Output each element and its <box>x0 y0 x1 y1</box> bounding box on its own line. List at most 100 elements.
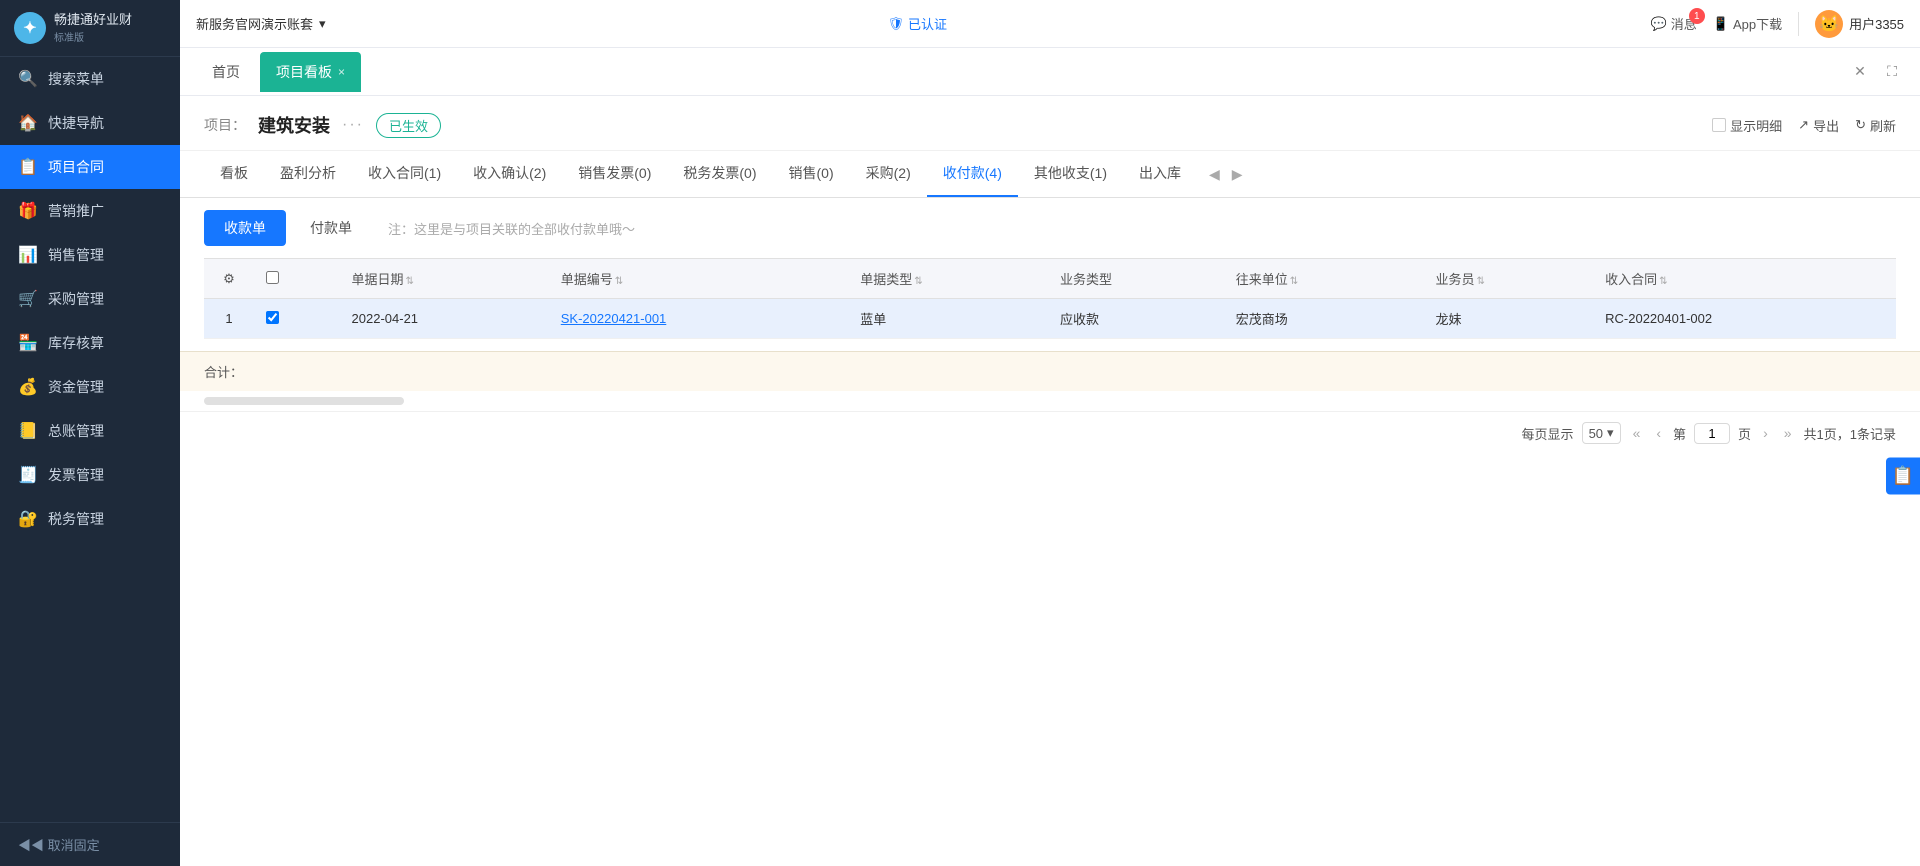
export-button[interactable]: ↗ 导出 <box>1798 116 1839 135</box>
unpin-button[interactable]: ◀◀ 取消固定 <box>0 822 180 866</box>
pagination-page-unit: 页 <box>1738 424 1751 443</box>
sort-contract-icon[interactable]: ⇅ <box>1659 276 1667 287</box>
per-page-select[interactable]: 50 ▾ <box>1582 422 1621 444</box>
tax-icon: 🔐 <box>18 509 38 529</box>
project-status-badge: 已生效 <box>376 113 441 138</box>
project-icon: 📋 <box>18 157 38 177</box>
refresh-button[interactable]: ↻ 刷新 <box>1855 116 1896 135</box>
sub-tab-income-confirm[interactable]: 收入确认(2) <box>457 151 562 197</box>
pagination-prev-button[interactable]: ‹ <box>1652 423 1665 443</box>
home-icon: 🏠 <box>18 113 38 133</box>
sidebar-item-fund-mgmt[interactable]: 💰 资金管理 <box>0 365 180 409</box>
main-content: 新服务官网演示账套 ▾ 🛡 已认证 💬 消息 1 📱 App下载 🐱 用户335… <box>180 0 1920 866</box>
table-header-doc-type: 单据类型⇅ <box>848 259 1048 299</box>
sort-number-icon[interactable]: ⇅ <box>615 276 623 287</box>
page-content: 项目： 建筑安装 ··· 已生效 显示明细 ↗ 导出 ↻ 刷新 <box>180 96 1920 866</box>
refresh-icon: ↻ <box>1855 117 1866 133</box>
topbar: 新服务官网演示账套 ▾ 🛡 已认证 💬 消息 1 📱 App下载 🐱 用户335… <box>180 0 1920 48</box>
user-menu[interactable]: 🐱 用户3355 <box>1815 10 1904 38</box>
sidebar-item-invoice-mgmt[interactable]: 🧾 发票管理 <box>0 453 180 497</box>
sidebar-item-purchase-mgmt[interactable]: 🛒 采购管理 <box>0 277 180 321</box>
sort-doctype-icon[interactable]: ⇅ <box>914 276 922 287</box>
sidebar-item-general-ledger[interactable]: 📒 总账管理 <box>0 409 180 453</box>
sub-tab-tax-invoice[interactable]: 税务发票(0) <box>667 151 772 197</box>
app-download-button[interactable]: 📱 App下载 <box>1713 14 1782 33</box>
table-header-partner: 往来单位⇅ <box>1224 259 1424 299</box>
sidebar-item-marketing[interactable]: 🎁 营销推广 <box>0 189 180 233</box>
inner-tabs: 收款单 付款单 注：这里是与项目关联的全部收付款单哦～ <box>180 198 1920 246</box>
row-checkbox <box>254 299 340 339</box>
row-income-contract: RC-20220401-002 <box>1593 299 1896 339</box>
sub-tab-in-out[interactable]: 出入库 <box>1123 151 1197 197</box>
sort-partner-icon[interactable]: ⇅ <box>1290 276 1298 287</box>
show-detail-checkbox[interactable]: 显示明细 <box>1712 116 1782 135</box>
window-expand-button[interactable]: ⛶ <box>1880 60 1904 84</box>
checkbox-box[interactable] <box>1712 118 1726 132</box>
table-settings-icon[interactable]: ⚙ <box>204 259 254 299</box>
project-name: 建筑安装 <box>258 112 330 138</box>
sidebar-logo: ✦ 畅捷通好业财 标准版 <box>0 0 180 57</box>
table-wrapper: ⚙ 单据日期⇅ 单据编号⇅ 单据类型⇅ 业务类型 <box>180 258 1920 351</box>
tab-close-icon[interactable]: × <box>338 65 345 79</box>
project-header-right: 显示明细 ↗ 导出 ↻ 刷新 <box>1712 116 1896 135</box>
table-header-biz-type: 业务类型 <box>1048 259 1224 299</box>
cart-icon: 🛒 <box>18 289 38 309</box>
divider <box>1798 12 1799 36</box>
row-number-link[interactable]: SK-20220421-001 <box>561 311 667 326</box>
per-page-dropdown-icon: ▾ <box>1607 425 1614 441</box>
pagination-next-button[interactable]: › <box>1759 423 1772 443</box>
project-label: 项目： <box>204 115 246 135</box>
select-all-checkbox[interactable] <box>266 271 279 284</box>
total-label: 合计： <box>204 362 243 381</box>
sub-tab-receipt[interactable]: 收付款(4) <box>927 151 1018 197</box>
sub-tab-next-icon[interactable]: ▶ <box>1228 162 1247 187</box>
gift-icon: 🎁 <box>18 201 38 221</box>
row-number: SK-20220421-001 <box>549 299 848 339</box>
tab-home[interactable]: 首页 <box>196 52 256 92</box>
sidebar-item-inventory[interactable]: 🏪 库存核算 <box>0 321 180 365</box>
sort-salesman-icon[interactable]: ⇅ <box>1476 276 1484 287</box>
sub-tab-prev-icon[interactable]: ◀ <box>1205 162 1224 187</box>
row-biz-type: 应收款 <box>1048 299 1224 339</box>
sidebar-item-search[interactable]: 🔍 搜索菜单 <box>0 57 180 101</box>
account-selector[interactable]: 新服务官网演示账套 ▾ <box>196 14 876 33</box>
sub-tab-sales-invoice[interactable]: 销售发票(0) <box>562 151 667 197</box>
row-date: 2022-04-21 <box>340 299 549 339</box>
data-table: ⚙ 单据日期⇅ 单据编号⇅ 单据类型⇅ 业务类型 <box>204 258 1896 339</box>
sub-tab-profit[interactable]: 盈利分析 <box>264 151 352 197</box>
message-icon: 💬 <box>1651 16 1667 32</box>
invoice-icon: 🧾 <box>18 465 38 485</box>
sub-tab-purchase[interactable]: 采购(2) <box>850 151 927 197</box>
table-footer: 合计： <box>180 351 1920 391</box>
pagination-page-input[interactable] <box>1694 423 1730 444</box>
float-panel-button[interactable]: 📋 <box>1886 458 1920 495</box>
sub-tab-kanban[interactable]: 看板 <box>204 151 264 197</box>
tab-project-board[interactable]: 项目看板 × <box>260 52 361 92</box>
inner-tab-receipt[interactable]: 收款单 <box>204 210 286 246</box>
sidebar-item-quick-nav[interactable]: 🏠 快捷导航 <box>0 101 180 145</box>
pagination-first-button[interactable]: « <box>1629 423 1645 443</box>
window-close-button[interactable]: ✕ <box>1848 60 1872 84</box>
shield-icon: 🛡 <box>888 16 905 32</box>
user-avatar: 🐱 <box>1815 10 1843 38</box>
sub-tab-income-contract[interactable]: 收入合同(1) <box>352 151 457 197</box>
sidebar-item-tax-mgmt[interactable]: 🔐 税务管理 <box>0 497 180 541</box>
sort-date-icon[interactable]: ⇅ <box>406 276 414 287</box>
sub-tab-other-income[interactable]: 其他收支(1) <box>1018 151 1123 197</box>
message-button[interactable]: 💬 消息 1 <box>1651 14 1697 33</box>
table-header-salesman: 业务员⇅ <box>1423 259 1593 299</box>
inner-tab-note: 注：这里是与项目关联的全部收付款单哦～ <box>376 219 635 238</box>
search-icon: 🔍 <box>18 69 38 89</box>
pagination-last-button[interactable]: » <box>1780 423 1796 443</box>
inner-tab-payment[interactable]: 付款单 <box>290 210 372 246</box>
certified-badge: 🛡 已认证 <box>888 14 948 33</box>
row-select-checkbox[interactable] <box>266 311 279 324</box>
sidebar-item-project-contract[interactable]: 📋 项目合同 <box>0 145 180 189</box>
chart-icon: 📊 <box>18 245 38 265</box>
more-icon[interactable]: ··· <box>342 116 364 134</box>
table-header-income-contract: 收入合同⇅ <box>1593 259 1896 299</box>
sidebar-item-sales-mgmt[interactable]: 📊 销售管理 <box>0 233 180 277</box>
sidebar: ✦ 畅捷通好业财 标准版 🔍 搜索菜单 🏠 快捷导航 📋 项目合同 🎁 营销推广… <box>0 0 180 866</box>
sub-tab-sales[interactable]: 销售(0) <box>773 151 850 197</box>
horizontal-scrollbar[interactable] <box>204 397 404 405</box>
